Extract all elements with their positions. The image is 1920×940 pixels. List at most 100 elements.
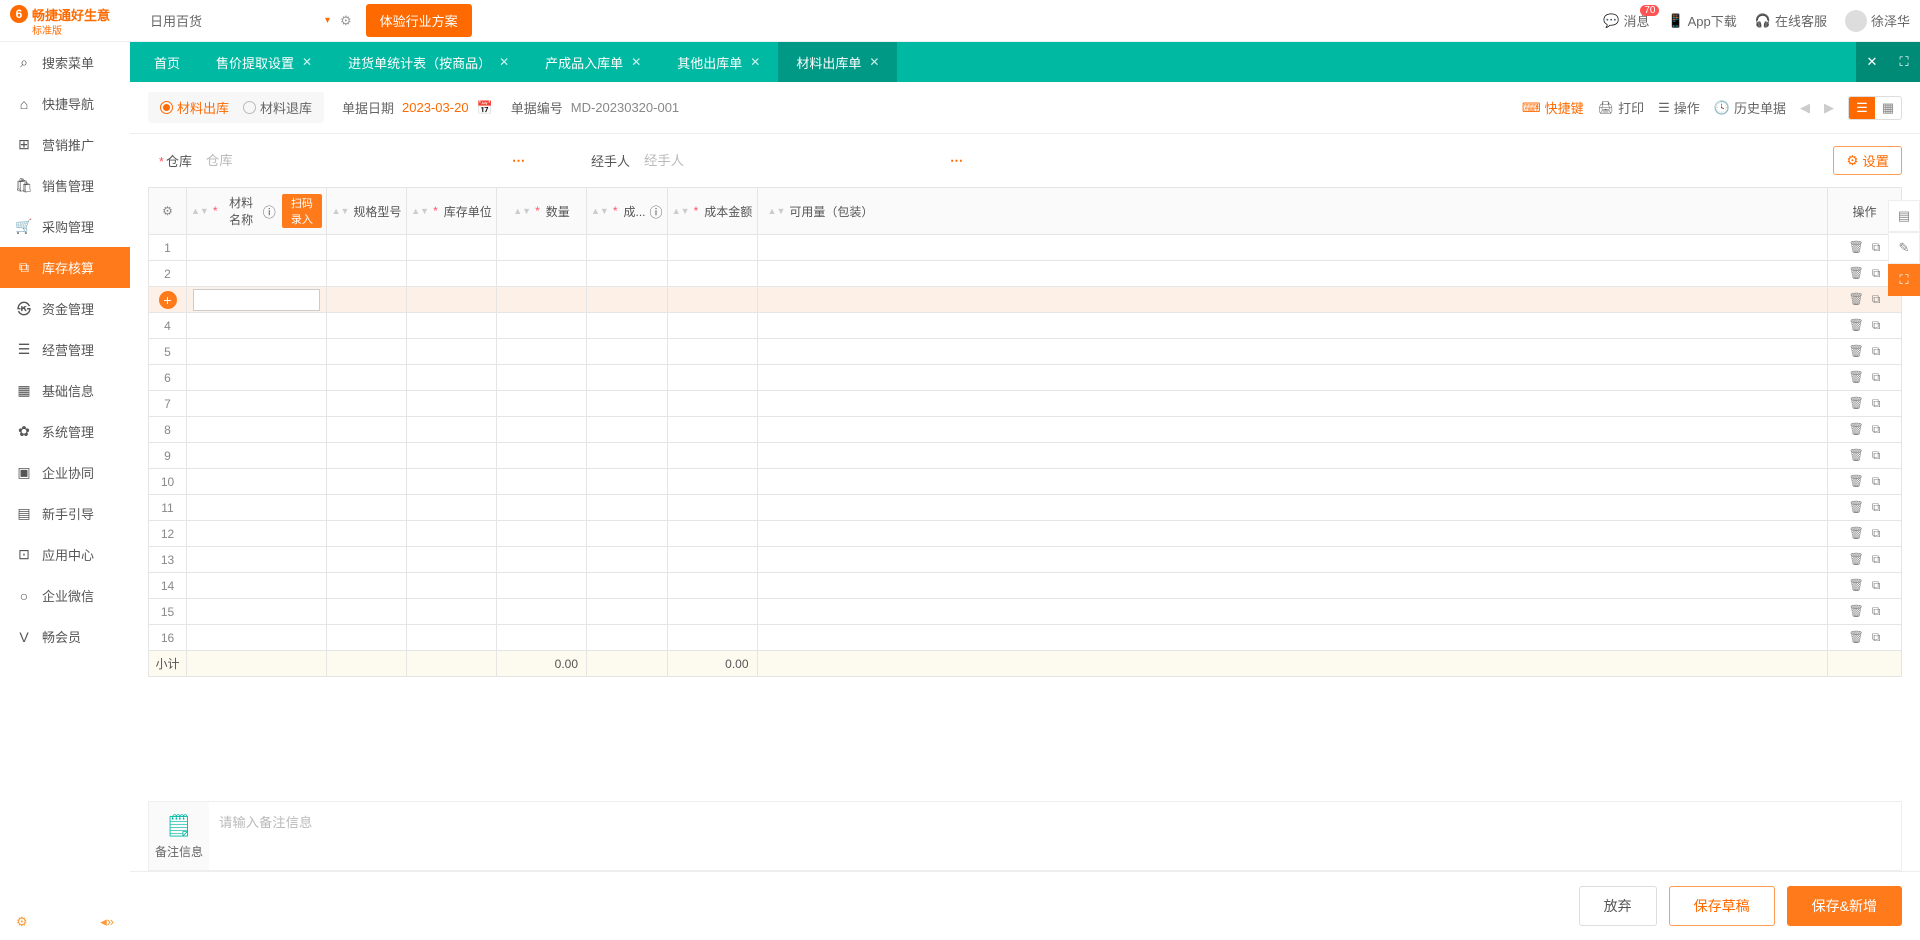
save-draft-button[interactable]: 保存草稿 (1669, 886, 1775, 926)
col-spec[interactable]: ▲▼规格型号 (327, 188, 407, 235)
settings-button[interactable]: ⚙设置 (1833, 146, 1902, 175)
help-icon[interactable]: ⓘ (650, 202, 663, 221)
business-selector[interactable]: 日用百货 ▾ (150, 11, 330, 30)
table-row[interactable]: 14🗑⧉ (149, 573, 1902, 599)
table-row[interactable]: 12🗑⧉ (149, 521, 1902, 547)
delete-icon[interactable]: 🗑 (1849, 604, 1864, 619)
tab-product-in[interactable]: 产成品入库单✕ (527, 42, 659, 82)
copy-icon[interactable]: ⧉ (1872, 604, 1881, 619)
sidebar-item-operation[interactable]: ☰经营管理 (0, 329, 130, 370)
tab-price-settings[interactable]: 售价提取设置✕ (198, 42, 330, 82)
sidebar-item-system[interactable]: ✿系统管理 (0, 411, 130, 452)
tab-expand[interactable]: ⛶ (1888, 42, 1920, 82)
copy-icon[interactable]: ⧉ (1872, 292, 1881, 307)
delete-icon[interactable]: 🗑 (1849, 474, 1864, 489)
copy-icon[interactable]: ⧉ (1872, 578, 1881, 593)
hotkey-button[interactable]: ⌨快捷键 (1522, 98, 1584, 117)
sidebar-item-collab[interactable]: ▣企业协同 (0, 452, 130, 493)
table-row[interactable]: 13🗑⧉ (149, 547, 1902, 573)
delete-icon[interactable]: 🗑 (1849, 240, 1864, 255)
rail-btn-2[interactable]: ✎ (1888, 232, 1920, 264)
col-unit[interactable]: ▲▼*库存单位 (407, 188, 497, 235)
warehouse-more-icon[interactable]: ⋯ (512, 153, 526, 169)
sidebar-item-marketing[interactable]: ⊞营销推广 (0, 124, 130, 165)
next-icon[interactable]: ▶ (1824, 100, 1834, 116)
copy-icon[interactable]: ⧉ (1872, 500, 1881, 515)
sidebar-item-inventory[interactable]: ⧉库存核算 (0, 247, 130, 288)
delete-icon[interactable]: 🗑 (1849, 344, 1864, 359)
close-icon[interactable]: ✕ (750, 55, 760, 69)
messages-button[interactable]: 💬 消息 70 (1603, 11, 1649, 30)
prev-icon[interactable]: ◀ (1800, 100, 1810, 116)
view-list-icon[interactable]: ☰ (1849, 97, 1875, 119)
delete-icon[interactable]: 🗑 (1849, 292, 1864, 307)
remark-input[interactable] (209, 802, 1901, 870)
sidebar-item-purchase[interactable]: 🛒采购管理 (0, 206, 130, 247)
operate-button[interactable]: ☰操作 (1658, 98, 1700, 117)
radio-material-return[interactable]: 材料退库 (243, 98, 312, 117)
download-button[interactable]: 📱 App下载 (1667, 11, 1736, 30)
col-amount[interactable]: ▲▼*成本金额 (667, 188, 757, 235)
table-row[interactable]: 6🗑⧉ (149, 365, 1902, 391)
delete-icon[interactable]: 🗑 (1849, 630, 1864, 645)
close-icon[interactable]: ✕ (499, 55, 509, 69)
delete-icon[interactable]: 🗑 (1849, 266, 1864, 281)
delete-icon[interactable]: 🗑 (1849, 552, 1864, 567)
close-icon[interactable]: ✕ (869, 55, 879, 69)
tab-home[interactable]: 首页 (136, 42, 198, 82)
warehouse-input[interactable] (202, 149, 502, 173)
col-cost[interactable]: ▲▼*成...ⓘ (587, 188, 668, 235)
delete-icon[interactable]: 🗑 (1849, 396, 1864, 411)
handler-more-icon[interactable]: ⋯ (950, 153, 964, 169)
table-row[interactable]: 10🗑⧉ (149, 469, 1902, 495)
sidebar-item-guide[interactable]: ▤新手引导 (0, 493, 130, 534)
close-icon[interactable]: ✕ (302, 55, 312, 69)
copy-icon[interactable]: ⧉ (1872, 318, 1881, 333)
copy-icon[interactable]: ⧉ (1872, 630, 1881, 645)
table-row[interactable]: 1🗑⧉ (149, 235, 1902, 261)
help-icon[interactable]: ⓘ (263, 202, 276, 221)
copy-icon[interactable]: ⧉ (1872, 474, 1881, 489)
view-card-icon[interactable]: ▦ (1875, 97, 1901, 119)
table-row[interactable]: 7🗑⧉ (149, 391, 1902, 417)
print-button[interactable]: 🖨打印 (1598, 98, 1645, 117)
table-row[interactable]: 5🗑⧉ (149, 339, 1902, 365)
save-new-button[interactable]: 保存&新增 (1787, 886, 1902, 926)
sidebar-item-vip[interactable]: V畅会员 (0, 616, 130, 657)
tab-close-all[interactable]: ✕ (1856, 42, 1888, 82)
delete-icon[interactable]: 🗑 (1849, 370, 1864, 385)
table-row[interactable]: 8🗑⧉ (149, 417, 1902, 443)
gear-icon[interactable]: ⚙ (340, 13, 352, 29)
sidebar-item-search[interactable]: ⌕搜索菜单 (0, 42, 130, 83)
service-button[interactable]: 🎧 在线客服 (1755, 11, 1827, 30)
table-row[interactable]: 9🗑⧉ (149, 443, 1902, 469)
table-row[interactable]: 16🗑⧉ (149, 625, 1902, 651)
rail-btn-1[interactable]: ▤ (1888, 200, 1920, 232)
delete-icon[interactable]: 🗑 (1849, 422, 1864, 437)
settings-icon[interactable]: ⚙ (16, 914, 28, 930)
close-icon[interactable]: ✕ (631, 55, 641, 69)
copy-icon[interactable]: ⧉ (1872, 448, 1881, 463)
tab-purchase-report[interactable]: 进货单统计表（按商品）✕ (330, 42, 527, 82)
tab-other-out[interactable]: 其他出库单✕ (659, 42, 778, 82)
discard-button[interactable]: 放弃 (1579, 886, 1657, 926)
delete-icon[interactable]: 🗑 (1849, 318, 1864, 333)
cta-button[interactable]: 体验行业方案 (366, 4, 472, 37)
table-row[interactable]: +🗑⧉ (149, 287, 1902, 313)
tab-material-out[interactable]: 材料出库单✕ (778, 42, 897, 82)
rail-btn-3[interactable]: ⛶ (1888, 264, 1920, 296)
col-settings[interactable]: ⚙ (149, 188, 187, 235)
sidebar-item-apps[interactable]: ⊡应用中心 (0, 534, 130, 575)
copy-icon[interactable]: ⧉ (1872, 370, 1881, 385)
sidebar-item-sales[interactable]: 🛍销售管理 (0, 165, 130, 206)
table-row[interactable]: 11🗑⧉ (149, 495, 1902, 521)
copy-icon[interactable]: ⧉ (1872, 422, 1881, 437)
col-material[interactable]: ▲▼*材料名称ⓘ扫码录入 (187, 188, 327, 235)
material-input[interactable] (193, 289, 320, 311)
copy-icon[interactable]: ⧉ (1872, 552, 1881, 567)
col-qty[interactable]: ▲▼*数量 (497, 188, 587, 235)
sidebar-item-finance[interactable]: ㉿资金管理 (0, 288, 130, 329)
calendar-icon[interactable]: 📅 (477, 100, 493, 116)
copy-icon[interactable]: ⧉ (1872, 396, 1881, 411)
copy-icon[interactable]: ⧉ (1872, 266, 1881, 281)
